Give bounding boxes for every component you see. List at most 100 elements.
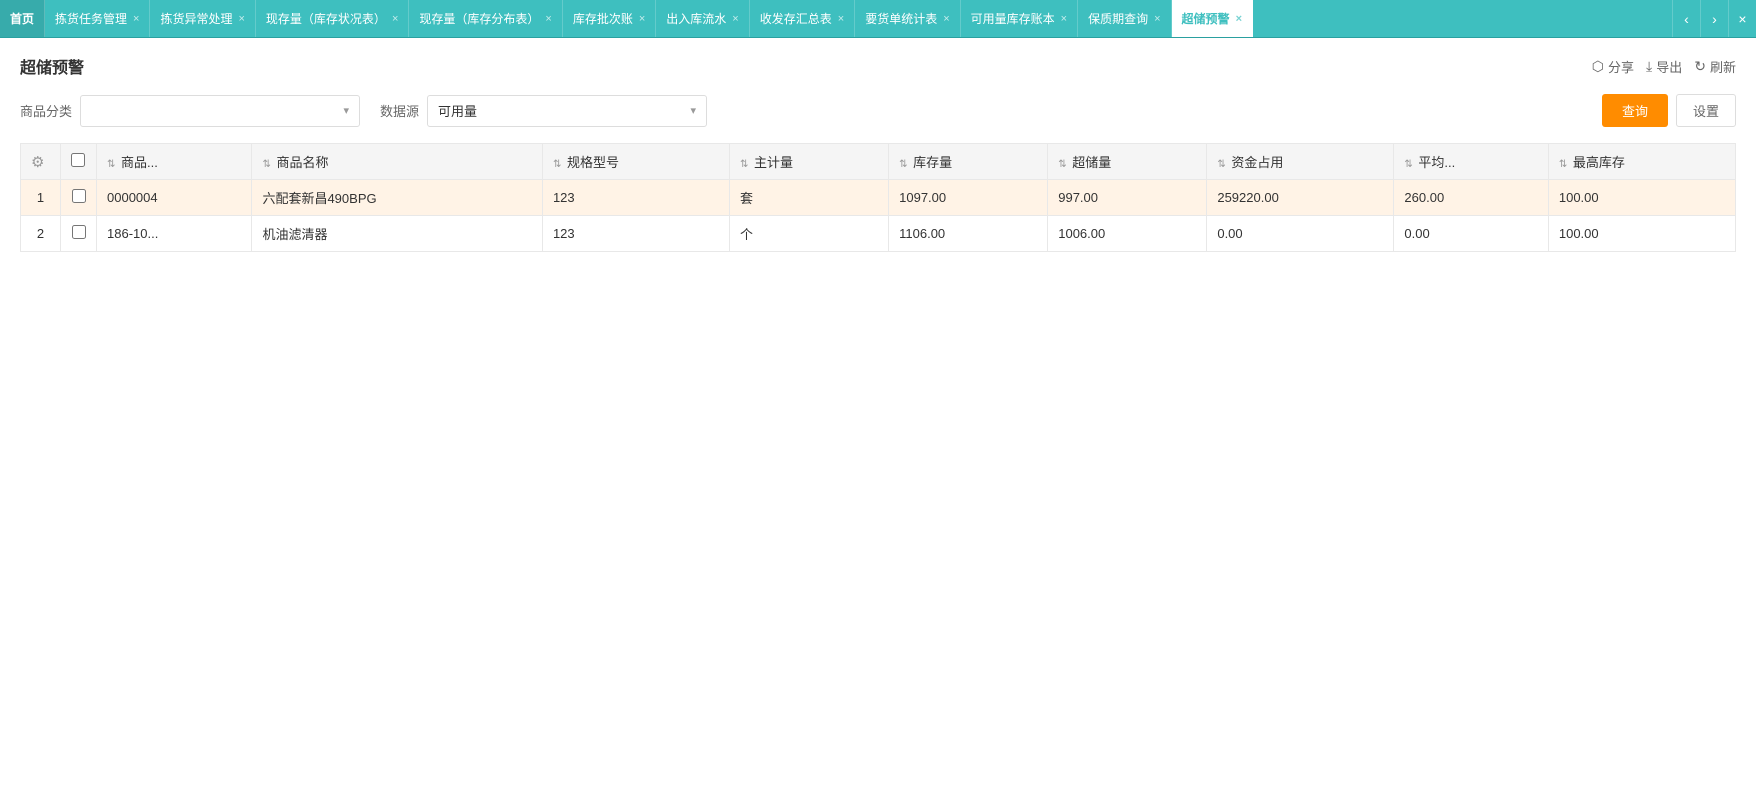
col-product-code: ⇅ 商品...: [97, 144, 252, 180]
page-container: 超储预警 ⬡ 分享 ⤓ 导出 ↻ 刷新 商品分类 ▾ 数据源: [0, 38, 1756, 268]
col-check: [61, 144, 97, 180]
table-row: 1 0000004 六配套新昌490BPG 123 套 1097.00 997.…: [21, 180, 1736, 216]
query-button[interactable]: 查询: [1602, 94, 1668, 127]
close-icon[interactable]: ×: [838, 13, 844, 25]
close-icon[interactable]: ×: [1236, 13, 1242, 25]
settings-button[interactable]: 设置: [1676, 94, 1736, 127]
top-navigation: 首页 拣货任务管理 × 拣货异常处理 × 现存量（库存状况表） × 现存量（库存…: [0, 0, 1756, 38]
col-capital: ⇅ 资金占用: [1207, 144, 1394, 180]
col-spec: ⇅ 规格型号: [542, 144, 729, 180]
header-actions: ⬡ 分享 ⤓ 导出 ↻ 刷新: [1592, 57, 1736, 76]
sort-icon[interactable]: ⇅: [1404, 159, 1412, 170]
close-icon[interactable]: ×: [639, 13, 645, 25]
sort-icon[interactable]: ⇅: [107, 159, 115, 170]
nav-tab-home[interactable]: 首页: [0, 0, 45, 37]
cell-product-code: 0000004: [97, 180, 252, 216]
col-unit: ⇅ 主计量: [730, 144, 889, 180]
cell-capital: 0.00: [1207, 216, 1394, 252]
row-checkbox[interactable]: [72, 189, 86, 203]
close-icon[interactable]: ×: [545, 13, 551, 25]
col-stock: ⇅ 库存量: [889, 144, 1048, 180]
cell-product-code: 186-10...: [97, 216, 252, 252]
close-icon[interactable]: ×: [238, 13, 244, 25]
share-button[interactable]: ⬡ 分享: [1592, 57, 1634, 76]
close-icon[interactable]: ×: [943, 13, 949, 25]
refresh-icon: ↻: [1694, 58, 1706, 75]
sort-icon[interactable]: ⇅: [740, 159, 748, 170]
sort-icon[interactable]: ⇅: [553, 159, 561, 170]
sort-icon[interactable]: ⇅: [1058, 159, 1066, 170]
product-category-select[interactable]: ▾: [80, 95, 360, 127]
close-icon[interactable]: ×: [732, 13, 738, 25]
row-checkbox[interactable]: [72, 225, 86, 239]
cell-max-stock: 100.00: [1548, 180, 1735, 216]
nav-tab-inout-flow[interactable]: 出入库流水 ×: [656, 0, 749, 37]
product-category-label: 商品分类: [20, 101, 72, 120]
col-product-name: ⇅ 商品名称: [252, 144, 543, 180]
nav-arrows: ‹ › ×: [1672, 0, 1756, 37]
close-icon[interactable]: ×: [133, 13, 139, 25]
nav-prev-button[interactable]: ‹: [1672, 0, 1700, 37]
table-row: 2 186-10... 机油滤清器 123 个 1106.00 1006.00 …: [21, 216, 1736, 252]
cell-stock: 1106.00: [889, 216, 1048, 252]
close-icon[interactable]: ×: [1061, 13, 1067, 25]
filter-row: 商品分类 ▾ 数据源 可用量 ▾ 查询 设置: [20, 94, 1736, 127]
nav-tab-batch[interactable]: 库存批次账 ×: [563, 0, 656, 37]
nav-next-button[interactable]: ›: [1700, 0, 1728, 37]
cell-product-name: 六配套新昌490BPG: [252, 180, 543, 216]
col-settings: ⚙: [21, 144, 61, 180]
cell-spec: 123: [542, 216, 729, 252]
refresh-button[interactable]: ↻ 刷新: [1694, 57, 1736, 76]
close-icon[interactable]: ×: [1154, 13, 1160, 25]
sort-icon[interactable]: ⇅: [1559, 159, 1567, 170]
nav-tab-inventory-dist[interactable]: 现存量（库存分布表） ×: [409, 0, 562, 37]
data-source-filter: 数据源 可用量 ▾: [380, 95, 707, 127]
cell-unit: 套: [730, 180, 889, 216]
sort-icon[interactable]: ⇅: [262, 159, 270, 170]
close-icon[interactable]: ×: [392, 13, 398, 25]
cell-avg: 260.00: [1394, 180, 1548, 216]
data-source-value: 可用量: [438, 101, 477, 120]
row-check-cell: [61, 180, 97, 216]
row-number: 2: [21, 216, 61, 252]
nav-tab-expiry[interactable]: 保质期查询 ×: [1078, 0, 1171, 37]
col-avg: ⇅ 平均...: [1394, 144, 1548, 180]
cell-avg: 0.00: [1394, 216, 1548, 252]
data-source-select[interactable]: 可用量 ▾: [427, 95, 707, 127]
table-header-row: ⚙ ⇅ 商品... ⇅ 商品名称 ⇅ 规格型号 ⇅: [21, 144, 1736, 180]
nav-tab-task-mgmt[interactable]: 拣货任务管理 ×: [45, 0, 150, 37]
chevron-down-icon: ▾: [691, 104, 697, 117]
col-max-stock: ⇅ 最高库存: [1548, 144, 1735, 180]
export-button[interactable]: ⤓ 导出: [1646, 57, 1682, 76]
nav-tab-avail-acct[interactable]: 可用量库存账本 ×: [961, 0, 1078, 37]
sort-icon[interactable]: ⇅: [1217, 159, 1225, 170]
nav-close-button[interactable]: ×: [1728, 0, 1756, 37]
cell-overstock: 1006.00: [1048, 216, 1207, 252]
cell-max-stock: 100.00: [1548, 216, 1735, 252]
row-check-cell: [61, 216, 97, 252]
gear-icon[interactable]: ⚙: [31, 154, 44, 171]
row-number: 1: [21, 180, 61, 216]
product-category-filter: 商品分类 ▾: [20, 95, 360, 127]
data-table: ⚙ ⇅ 商品... ⇅ 商品名称 ⇅ 规格型号 ⇅: [20, 143, 1736, 252]
nav-tab-recv-send[interactable]: 收发存汇总表 ×: [750, 0, 855, 37]
nav-tab-abnormal[interactable]: 拣货异常处理 ×: [150, 0, 255, 37]
export-icon: ⤓: [1646, 58, 1652, 75]
col-overstock: ⇅ 超储量: [1048, 144, 1207, 180]
cell-unit: 个: [730, 216, 889, 252]
select-all-checkbox[interactable]: [71, 153, 85, 167]
cell-capital: 259220.00: [1207, 180, 1394, 216]
nav-tab-inventory-status[interactable]: 现存量（库存状况表） ×: [256, 0, 409, 37]
sort-icon[interactable]: ⇅: [899, 159, 907, 170]
cell-product-name: 机油滤清器: [252, 216, 543, 252]
chevron-down-icon: ▾: [343, 104, 349, 117]
cell-overstock: 997.00: [1048, 180, 1207, 216]
cell-stock: 1097.00: [889, 180, 1048, 216]
filter-buttons: 查询 设置: [1602, 94, 1736, 127]
nav-tab-overstock[interactable]: 超储预警 ×: [1172, 0, 1253, 37]
share-icon: ⬡: [1592, 58, 1604, 75]
data-source-label: 数据源: [380, 101, 419, 120]
page-header: 超储预警 ⬡ 分享 ⤓ 导出 ↻ 刷新: [20, 54, 1736, 78]
cell-spec: 123: [542, 180, 729, 216]
nav-tab-order-stats[interactable]: 要货单统计表 ×: [855, 0, 960, 37]
